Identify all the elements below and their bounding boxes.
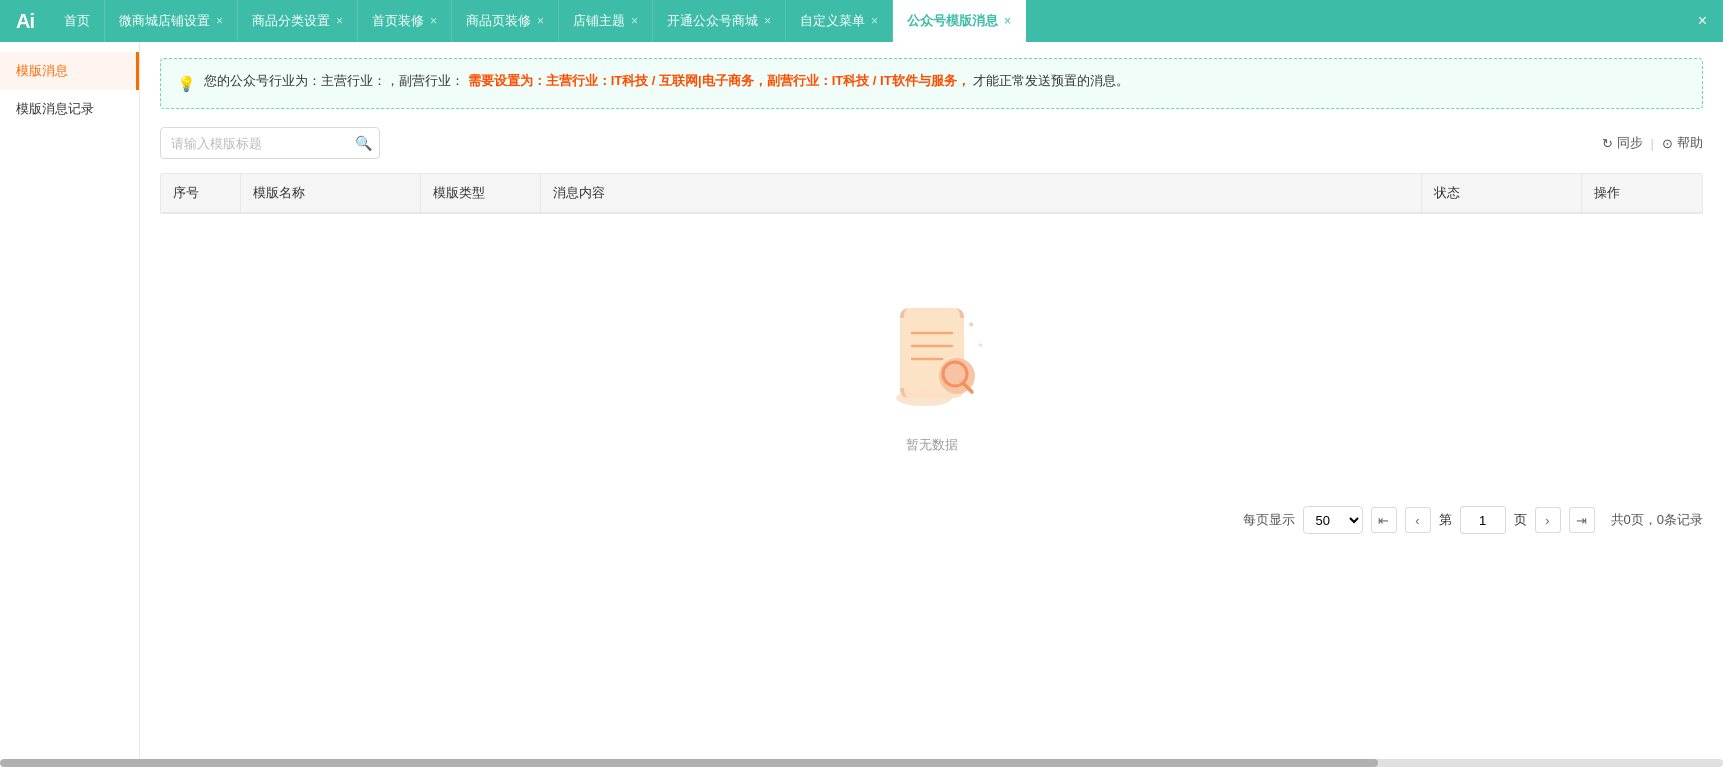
- horizontal-scrollbar[interactable]: [140, 759, 1723, 767]
- sidebar-item-template-log[interactable]: 模版消息记录: [0, 90, 139, 128]
- empty-illustration: ✦ ✦: [872, 298, 992, 418]
- nav-tab-store-theme[interactable]: 店铺主题×: [559, 0, 653, 42]
- nav-tab-template-msg[interactable]: 公众号模版消息×: [893, 0, 1026, 42]
- notice-icon: 💡: [177, 72, 196, 96]
- main-layout: 模版消息模版消息记录 💡 您的公众号行业为：主营行业：，副营行业： 需要设置为：…: [0, 42, 1723, 767]
- sync-button[interactable]: ↻ 同步: [1602, 134, 1643, 152]
- data-table: 序号模版名称模版类型消息内容状态操作: [160, 173, 1703, 214]
- toolbar-right: ↻ 同步 | ⊙ 帮助: [1602, 134, 1703, 152]
- close-tab-store-theme[interactable]: ×: [631, 14, 638, 28]
- nav-tab-product-decor[interactable]: 商品页装修×: [452, 0, 559, 42]
- th-content: 消息内容: [541, 174, 1422, 212]
- first-page-button[interactable]: ⇤: [1371, 507, 1397, 533]
- nav-tab-custom-menu[interactable]: 自定义菜单×: [786, 0, 893, 42]
- svg-text:✦: ✦: [977, 341, 984, 350]
- per-page-select-wrap: 50 20 100: [1303, 506, 1363, 534]
- page-unit: 页: [1514, 511, 1527, 529]
- prev-page-button[interactable]: ‹: [1405, 507, 1431, 533]
- close-tab-open-store[interactable]: ×: [764, 14, 771, 28]
- close-tab-custom-menu[interactable]: ×: [871, 14, 878, 28]
- sidebar-item-template-msg[interactable]: 模版消息: [0, 52, 139, 90]
- table-header: 序号模版名称模版类型消息内容状态操作: [161, 174, 1702, 213]
- th-type: 模版类型: [421, 174, 541, 212]
- close-tab-micro-store[interactable]: ×: [216, 14, 223, 28]
- sidebar: 模版消息模版消息记录: [0, 42, 140, 767]
- search-icon[interactable]: 🔍: [355, 135, 372, 151]
- th-seq: 序号: [161, 174, 241, 212]
- page-summary: 共0页，0条记录: [1611, 511, 1703, 529]
- app-logo[interactable]: Ai: [0, 0, 50, 42]
- help-icon: ⊙: [1662, 136, 1673, 151]
- close-all-button[interactable]: ×: [1682, 12, 1723, 30]
- top-nav: Ai 首页微商城店铺设置×商品分类设置×首页装修×商品页装修×店铺主题×开通公众…: [0, 0, 1723, 42]
- pagination: 每页显示 50 20 100 ⇤ ‹ 第 页 › ⇥ 共0页，0条记录: [160, 506, 1703, 534]
- nav-tab-home-decor[interactable]: 首页装修×: [358, 0, 452, 42]
- search-input[interactable]: [160, 127, 380, 159]
- nav-tab-home[interactable]: 首页: [50, 0, 105, 42]
- empty-text: 暂无数据: [906, 436, 958, 454]
- next-page-button[interactable]: ›: [1535, 507, 1561, 533]
- svg-text:✦: ✦: [967, 319, 975, 330]
- nav-tab-micro-store[interactable]: 微商城店铺设置×: [105, 0, 238, 42]
- close-tab-home-decor[interactable]: ×: [430, 14, 437, 28]
- page-input[interactable]: [1460, 506, 1506, 534]
- close-tab-product-decor[interactable]: ×: [537, 14, 544, 28]
- content-area: 💡 您的公众号行业为：主营行业：，副营行业： 需要设置为：主营行业：IT科技 /…: [140, 42, 1723, 767]
- notice-box: 💡 您的公众号行业为：主营行业：，副营行业： 需要设置为：主营行业：IT科技 /…: [160, 58, 1703, 109]
- per-page-label: 每页显示: [1243, 511, 1295, 529]
- close-tab-template-msg[interactable]: ×: [1004, 14, 1011, 28]
- toolbar-divider: |: [1651, 136, 1654, 151]
- per-page-select[interactable]: 50 20 100: [1303, 506, 1363, 534]
- scrollbar-thumb: [140, 759, 1378, 767]
- notice-text: 您的公众号行业为：主营行业：，副营行业： 需要设置为：主营行业：IT科技 / 互…: [204, 71, 1686, 92]
- th-name: 模版名称: [241, 174, 421, 212]
- nav-tab-open-store[interactable]: 开通公众号商城×: [653, 0, 786, 42]
- th-status: 状态: [1422, 174, 1582, 212]
- sync-icon: ↻: [1602, 136, 1613, 151]
- th-action: 操作: [1582, 174, 1702, 212]
- search-bar: 🔍 ↻ 同步 | ⊙ 帮助: [160, 127, 1703, 159]
- empty-state: ✦ ✦ 暂无数据: [160, 226, 1703, 506]
- nav-tab-product-category[interactable]: 商品分类设置×: [238, 0, 358, 42]
- nav-tabs: 首页微商城店铺设置×商品分类设置×首页装修×商品页装修×店铺主题×开通公众号商城…: [50, 0, 1026, 42]
- sidebar-items: 模版消息模版消息记录: [0, 52, 139, 128]
- close-tab-product-category[interactable]: ×: [336, 14, 343, 28]
- last-page-button[interactable]: ⇥: [1569, 507, 1595, 533]
- search-input-wrap: 🔍: [160, 127, 380, 159]
- help-button[interactable]: ⊙ 帮助: [1662, 134, 1703, 152]
- page-label: 第: [1439, 511, 1452, 529]
